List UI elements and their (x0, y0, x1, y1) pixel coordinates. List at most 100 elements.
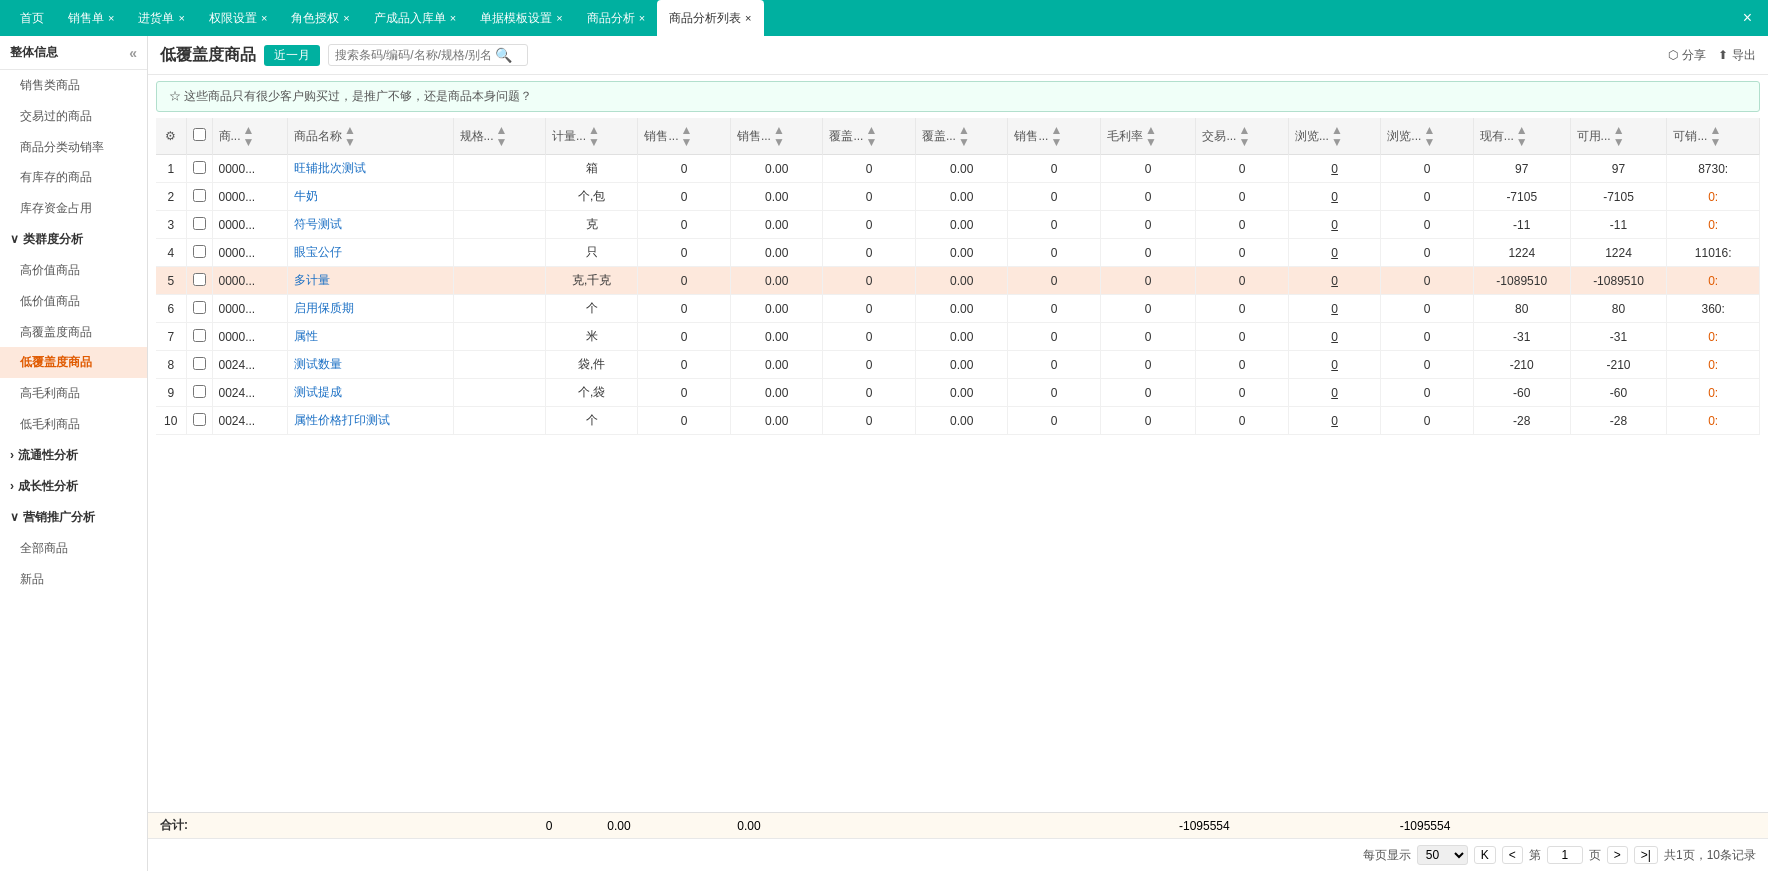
first-page-btn[interactable]: K (1474, 846, 1496, 864)
cell-checkbox[interactable] (186, 155, 212, 183)
col-current[interactable]: 现有... ▲▼ (1473, 118, 1570, 155)
search-input[interactable] (335, 48, 495, 62)
col-code[interactable]: 商... ▲▼ (212, 118, 287, 155)
row-checkbox-4[interactable] (193, 273, 206, 286)
col-sales2[interactable]: 销售... ▲▼ (730, 118, 822, 155)
export-btn[interactable]: ⬆ 导出 (1718, 47, 1756, 64)
cell-browse1[interactable]: 0 (1288, 183, 1380, 211)
sort-arrows-available[interactable]: ▲▼ (1613, 124, 1625, 148)
last-page-btn[interactable]: >| (1634, 846, 1658, 864)
sort-arrows-current[interactable]: ▲▼ (1516, 124, 1528, 148)
cell-browse1[interactable]: 0 (1288, 323, 1380, 351)
search-box[interactable]: 🔍 (328, 44, 528, 66)
col-checkbox[interactable] (186, 118, 212, 155)
col-cover1[interactable]: 覆盖... ▲▼ (823, 118, 915, 155)
nav-purchase[interactable]: 进货单 × (126, 0, 196, 36)
nav-production[interactable]: 产成品入库单 × (362, 0, 468, 36)
sidebar-item-sales-goods[interactable]: 销售类商品 (0, 70, 147, 101)
sidebar-item-high-value[interactable]: 高价值商品 (0, 255, 147, 286)
col-cover2[interactable]: 覆盖... ▲▼ (915, 118, 1007, 155)
col-available[interactable]: 可用... ▲▼ (1570, 118, 1667, 155)
row-checkbox-1[interactable] (193, 189, 206, 202)
nav-template[interactable]: 单据模板设置 × (468, 0, 574, 36)
sidebar-group-marketing[interactable]: ∨ 营销推广分析 (0, 502, 147, 533)
col-sales1[interactable]: 销售... ▲▼ (638, 118, 730, 155)
sort-arrows-sales2[interactable]: ▲▼ (773, 124, 785, 148)
nav-permission[interactable]: 权限设置 × (197, 0, 279, 36)
col-sales3[interactable]: 销售... ▲▼ (1008, 118, 1100, 155)
cell-browse1[interactable]: 0 (1288, 379, 1380, 407)
sort-arrows-browse1[interactable]: ▲▼ (1331, 124, 1343, 148)
sidebar-item-category-rate[interactable]: 商品分类动销率 (0, 132, 147, 163)
cell-name[interactable]: 旺辅批次测试 (287, 155, 453, 183)
col-browse2[interactable]: 浏览... ▲▼ (1381, 118, 1473, 155)
sidebar-item-high-gross[interactable]: 高毛利商品 (0, 378, 147, 409)
cell-name[interactable]: 属性 (287, 323, 453, 351)
sidebar-item-low-value[interactable]: 低价值商品 (0, 286, 147, 317)
cell-browse1[interactable]: 0 (1288, 239, 1380, 267)
cell-browse1[interactable]: 0 (1288, 267, 1380, 295)
cell-checkbox[interactable] (186, 351, 212, 379)
sidebar-item-traded-goods[interactable]: 交易过的商品 (0, 101, 147, 132)
cell-checkbox[interactable] (186, 379, 212, 407)
cell-name[interactable]: 属性价格打印测试 (287, 407, 453, 435)
col-spec[interactable]: 规格... ▲▼ (453, 118, 545, 155)
cell-name[interactable]: 符号测试 (287, 211, 453, 239)
nav-analysis[interactable]: 商品分析 × (575, 0, 657, 36)
sort-arrows-cover2[interactable]: ▲▼ (958, 124, 970, 148)
col-gross-rate[interactable]: 毛利率 ▲▼ (1100, 118, 1196, 155)
sort-arrows-trade[interactable]: ▲▼ (1238, 124, 1250, 148)
settings-icon[interactable]: ⚙ (165, 129, 176, 143)
sort-arrows-browse2[interactable]: ▲▼ (1423, 124, 1435, 148)
page-size-select[interactable]: 50 20 100 (1417, 845, 1468, 865)
close-all-btn[interactable]: × (1735, 9, 1760, 27)
col-browse1[interactable]: 浏览... ▲▼ (1288, 118, 1380, 155)
period-btn[interactable]: 近一月 (264, 45, 320, 66)
select-all-checkbox[interactable] (193, 128, 206, 141)
col-unit[interactable]: 计量... ▲▼ (545, 118, 637, 155)
sidebar-item-all-goods[interactable]: 全部商品 (0, 533, 147, 564)
cell-name[interactable]: 多计量 (287, 267, 453, 295)
cell-name[interactable]: 启用保质期 (287, 295, 453, 323)
row-checkbox-5[interactable] (193, 301, 206, 314)
col-settings[interactable]: ⚙ (156, 118, 186, 155)
collapse-btn[interactable]: « (129, 45, 137, 61)
sidebar-item-low-gross[interactable]: 低毛利商品 (0, 409, 147, 440)
sort-arrows-spec[interactable]: ▲▼ (496, 124, 508, 148)
cell-name[interactable]: 测试数量 (287, 351, 453, 379)
nav-role[interactable]: 角色授权 × (279, 0, 361, 36)
sidebar-item-stock-capital[interactable]: 库存资金占用 (0, 193, 147, 224)
sidebar-item-high-coverage[interactable]: 高覆盖度商品 (0, 317, 147, 348)
search-icon[interactable]: 🔍 (495, 47, 512, 63)
cell-checkbox[interactable] (186, 211, 212, 239)
sidebar-item-new-goods[interactable]: 新品 (0, 564, 147, 595)
sidebar-group-cluster[interactable]: ∨ 类群度分析 (0, 224, 147, 255)
cell-browse1[interactable]: 0 (1288, 295, 1380, 323)
row-checkbox-9[interactable] (193, 413, 206, 426)
nav-analysis-list[interactable]: 商品分析列表 × (657, 0, 763, 36)
cell-checkbox[interactable] (186, 239, 212, 267)
cell-browse1[interactable]: 0 (1288, 155, 1380, 183)
cell-browse1[interactable]: 0 (1288, 211, 1380, 239)
row-checkbox-2[interactable] (193, 217, 206, 230)
cell-checkbox[interactable] (186, 407, 212, 435)
col-name[interactable]: 商品名称 ▲▼ (287, 118, 453, 155)
sidebar-group-liquidity[interactable]: › 流通性分析 (0, 440, 147, 471)
sidebar-group-growth[interactable]: › 成长性分析 (0, 471, 147, 502)
cell-name[interactable]: 眼宝公仔 (287, 239, 453, 267)
cell-checkbox[interactable] (186, 267, 212, 295)
share-btn[interactable]: ⬡ 分享 (1668, 47, 1706, 64)
cell-browse1[interactable]: 0 (1288, 351, 1380, 379)
sort-arrows-gross[interactable]: ▲▼ (1145, 124, 1157, 148)
next-page-btn[interactable]: > (1607, 846, 1628, 864)
cell-checkbox[interactable] (186, 183, 212, 211)
nav-home[interactable]: 首页 (8, 0, 56, 36)
sort-arrows-code[interactable]: ▲▼ (243, 124, 255, 148)
row-checkbox-8[interactable] (193, 385, 206, 398)
nav-sales[interactable]: 销售单 × (56, 0, 126, 36)
sidebar-item-in-stock[interactable]: 有库存的商品 (0, 162, 147, 193)
row-checkbox-3[interactable] (193, 245, 206, 258)
sort-arrows-unit[interactable]: ▲▼ (588, 124, 600, 148)
sort-arrows-name[interactable]: ▲▼ (344, 124, 356, 148)
cell-browse1[interactable]: 0 (1288, 407, 1380, 435)
